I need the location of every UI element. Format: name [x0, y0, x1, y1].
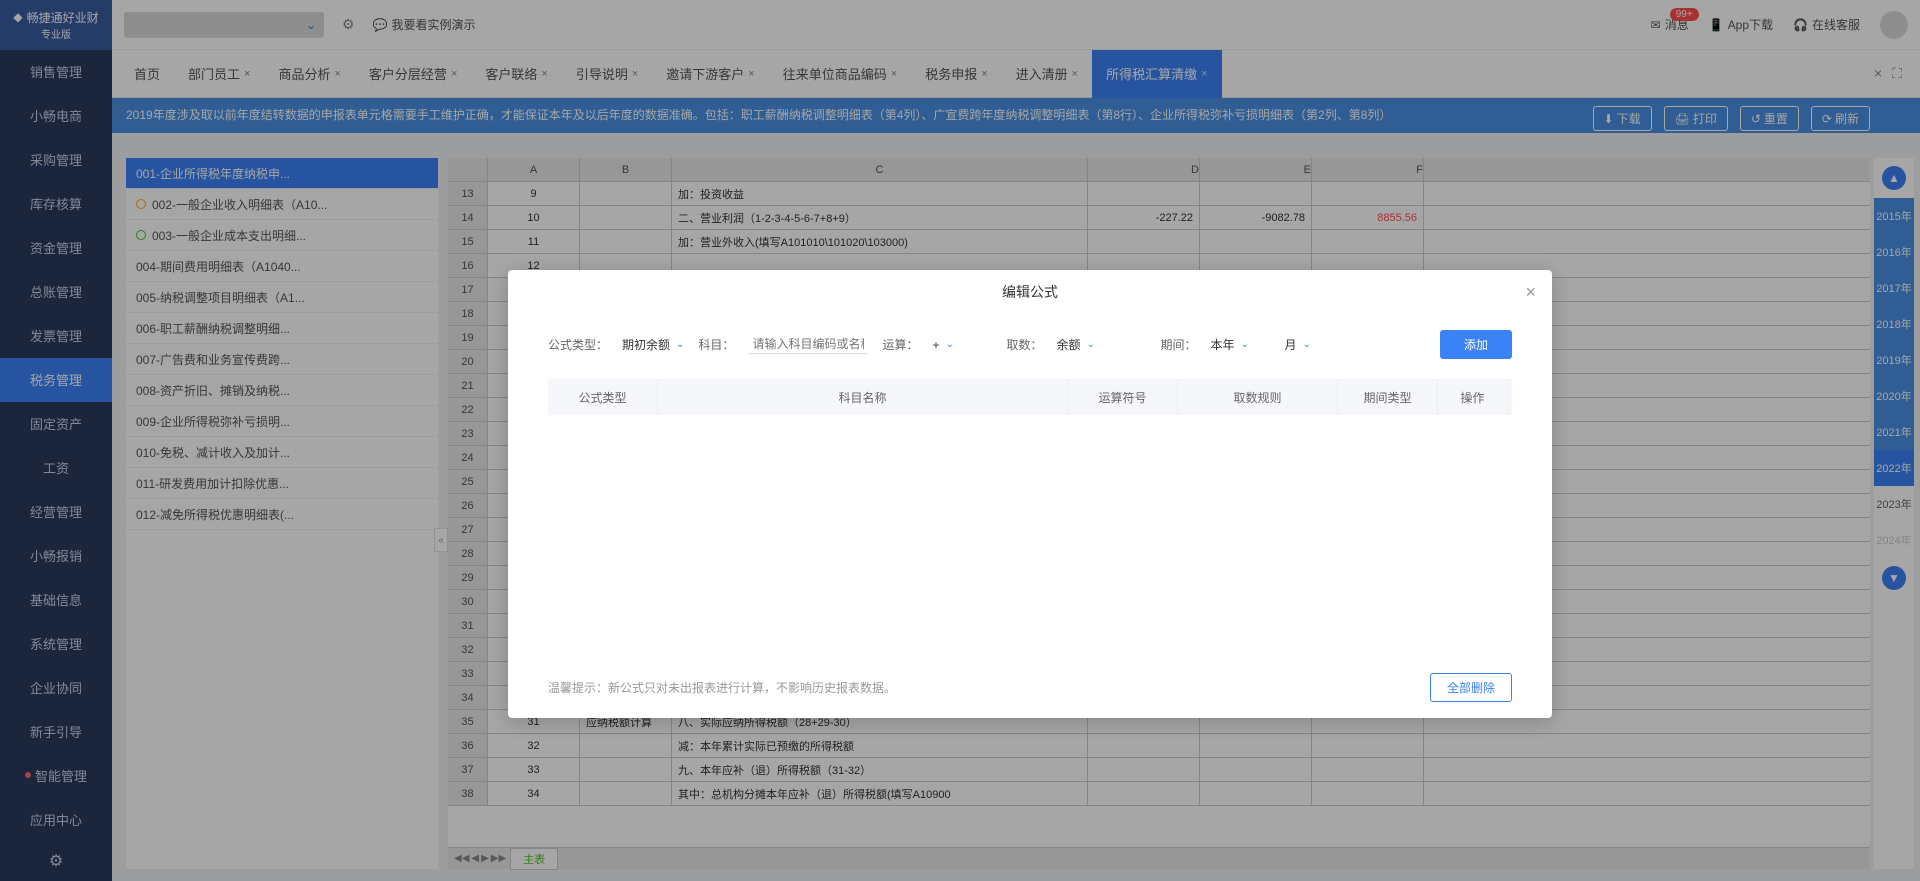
select-fetch-value: 余额 [1056, 336, 1080, 353]
th-period-type: 期间类型 [1338, 379, 1438, 415]
th-fetch-rule: 取数规则 [1178, 379, 1338, 415]
add-button[interactable]: 添加 [1440, 330, 1512, 359]
modal-header: 编辑公式 × [508, 270, 1552, 314]
modal-title: 编辑公式 [1002, 282, 1058, 302]
select-calc-value: + [932, 338, 939, 352]
modal-footer: 温馨提示：新公式只对未出报表进行计算，不影响历史报表数据。 全部删除 [508, 657, 1552, 718]
modal-table: 公式类型 科目名称 运算符号 取数规则 期间类型 操作 [548, 379, 1512, 415]
select-period-month[interactable]: 月⌄ [1284, 336, 1344, 353]
th-formula-type: 公式类型 [548, 379, 658, 415]
select-fetch[interactable]: 余额 ⌄ [1056, 336, 1146, 353]
chevron-down-icon: ⌄ [1303, 339, 1311, 350]
modal-table-header: 公式类型 科目名称 运算符号 取数规则 期间类型 操作 [548, 379, 1512, 415]
modal-form: 公式类型： 期初余额⌄ 科目： 运算： +⌄ 取数： 余额⌄ 期间： 本年⌄ 月… [508, 314, 1552, 369]
chevron-down-icon: ⌄ [676, 339, 684, 350]
chevron-down-icon: ⌄ [1086, 339, 1094, 350]
label-formula-type: 公式类型： [548, 336, 608, 353]
th-subject-name: 科目名称 [658, 379, 1068, 415]
select-calc[interactable]: +⌄ [932, 338, 992, 352]
label-subject: 科目： [698, 336, 734, 353]
close-icon[interactable]: × [1525, 282, 1536, 303]
select-formula-type[interactable]: 期初余额 ⌄ [622, 336, 684, 353]
select-period-month-value: 月 [1284, 336, 1296, 353]
label-period: 期间： [1160, 336, 1196, 353]
label-fetch: 取数： [1006, 336, 1042, 353]
select-period-year-value: 本年 [1210, 336, 1234, 353]
select-formula-type-value: 期初余额 [622, 336, 670, 353]
chevron-down-icon: ⌄ [1241, 339, 1249, 350]
label-calc: 运算： [882, 336, 918, 353]
chevron-down-icon: ⌄ [945, 339, 953, 350]
modal-hint: 温馨提示：新公式只对未出报表进行计算，不影响历史报表数据。 [548, 679, 896, 696]
edit-formula-modal: 编辑公式 × 公式类型： 期初余额⌄ 科目： 运算： +⌄ 取数： 余额⌄ 期间… [508, 270, 1552, 718]
delete-all-button[interactable]: 全部删除 [1430, 673, 1512, 702]
th-action: 操作 [1438, 379, 1508, 415]
input-subject[interactable] [748, 335, 868, 354]
select-period-year[interactable]: 本年 ⌄ [1210, 336, 1270, 353]
th-operator: 运算符号 [1068, 379, 1178, 415]
